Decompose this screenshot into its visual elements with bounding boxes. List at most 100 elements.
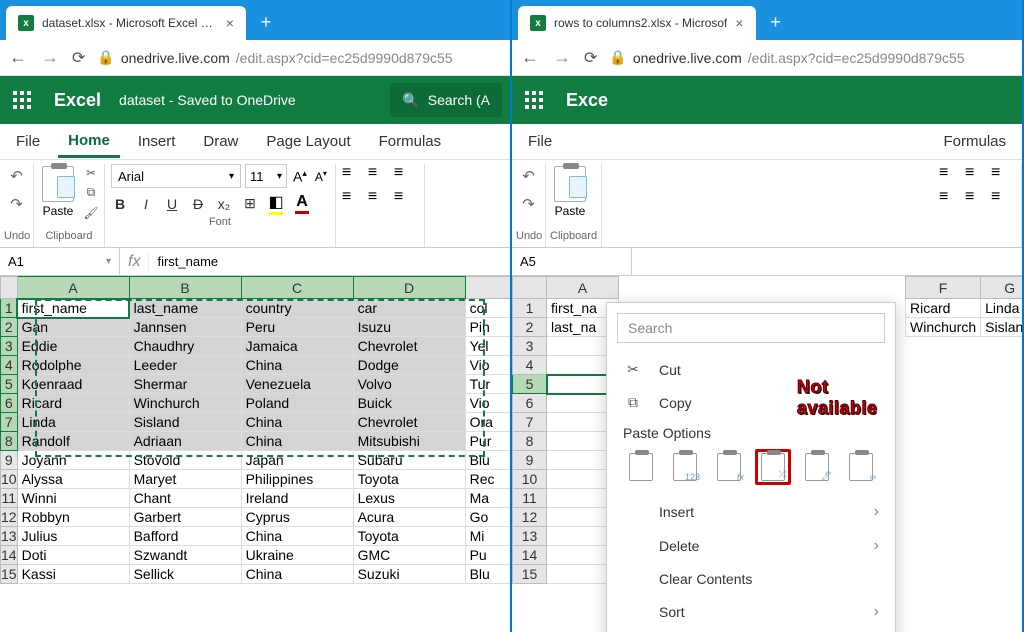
menu-clear-contents[interactable]: Clear Contents [607,563,895,595]
back-button[interactable]: ← [8,47,28,68]
cell[interactable]: Ireland [241,489,353,508]
cell[interactable]: Mitsubishi [353,432,465,451]
strike-button[interactable]: D [189,196,207,212]
cell[interactable]: Blu [465,565,510,584]
tab-home[interactable]: Home [58,126,120,158]
spreadsheet-grid[interactable]: ABCD1first_namelast_namecountrycarcol2Ga… [0,276,510,632]
cell[interactable]: Acura [353,508,465,527]
row-header[interactable]: 12 [1,508,18,527]
cell[interactable]: Ricard [906,299,981,318]
spreadsheet-grid[interactable]: A1first_na2last_na3456789101112131415 FG… [512,276,1022,632]
cell[interactable]: Chevrolet [353,337,465,356]
row-header[interactable]: 5 [1,375,18,394]
cell[interactable]: Winni [17,489,129,508]
cell[interactable]: Blu [465,451,510,470]
cell[interactable]: Linda [981,299,1022,318]
paste-link[interactable]: ∞ [843,449,879,485]
cell[interactable]: Volvo [353,375,465,394]
cell[interactable]: Toyota [353,527,465,546]
align-bottom-button[interactable]: ≡ [394,164,418,186]
column-header[interactable]: A [17,277,129,299]
row-header[interactable]: 8 [513,432,547,451]
context-search-input[interactable]: Search [617,313,885,343]
cell[interactable]: Isuzu [353,318,465,337]
row-header[interactable]: 9 [1,451,18,470]
cell[interactable]: Winchurch [906,318,981,337]
tab-insert[interactable]: Insert [128,127,186,156]
row-header[interactable]: 1 [1,299,18,318]
row-header[interactable]: 3 [513,337,547,356]
redo-button[interactable]: ↷ [7,192,26,216]
paste-formatting[interactable]: 🖊 [799,449,835,485]
row-header[interactable]: 13 [1,527,18,546]
tab-draw[interactable]: Draw [193,127,248,156]
cell[interactable]: Szwandt [129,546,241,565]
align-bottom-button[interactable]: ≡ [991,164,1015,186]
align-right-button[interactable]: ≡ [991,188,1015,210]
name-box[interactable]: A5 [512,248,632,275]
row-header[interactable]: 2 [513,318,547,337]
redo-button[interactable]: ↷ [519,192,538,216]
row-header[interactable]: 10 [1,470,18,489]
cell[interactable]: Sisland [981,318,1022,337]
row-header[interactable]: 12 [513,508,547,527]
column-header[interactable] [465,277,510,299]
underline-button[interactable]: U [163,196,181,212]
menu-delete[interactable]: Delete› [607,529,895,563]
cell[interactable]: Vio [465,394,510,413]
tab-file[interactable]: File [6,127,50,156]
cell[interactable]: Cyprus [241,508,353,527]
align-right-button[interactable]: ≡ [394,188,418,210]
row-header[interactable]: 6 [513,394,547,413]
row-header[interactable]: 15 [513,565,547,584]
cell[interactable]: Chant [129,489,241,508]
tab-formulas[interactable]: Formulas [933,127,1016,156]
close-tab-icon[interactable]: × [735,15,743,31]
cell[interactable]: Dodge [353,356,465,375]
align-center-button[interactable]: ≡ [368,188,392,210]
cell[interactable]: China [241,527,353,546]
row-header[interactable]: 4 [513,356,547,375]
row-header[interactable]: 1 [513,299,547,318]
undo-button[interactable]: ↶ [7,164,26,188]
column-header[interactable]: D [353,277,465,299]
cell[interactable]: Pur [465,432,510,451]
row-header[interactable]: 11 [1,489,18,508]
cell[interactable]: China [241,356,353,375]
column-header[interactable]: C [241,277,353,299]
cell[interactable]: Eddie [17,337,129,356]
cell[interactable]: Sellick [129,565,241,584]
cell[interactable]: last_name [129,299,241,318]
sub-super-button[interactable]: x₂ [215,196,233,212]
copy-button[interactable]: ⧉ [82,184,100,201]
cell[interactable]: Sisland [129,413,241,432]
cell[interactable]: Chaudhry [129,337,241,356]
tab-page-layout[interactable]: Page Layout [256,127,360,156]
cell[interactable]: Julius [17,527,129,546]
row-header[interactable]: 7 [1,413,18,432]
cut-button[interactable]: ✂ [82,164,100,181]
close-tab-icon[interactable]: × [226,15,234,31]
row-header[interactable]: 2 [1,318,18,337]
paste-button[interactable]: Paste [38,164,78,220]
cell[interactable]: Koenraad [17,375,129,394]
cell[interactable]: Pu [465,546,510,565]
row-header[interactable]: 8 [1,432,18,451]
cell[interactable]: Ma [465,489,510,508]
cell[interactable]: Kassi [17,565,129,584]
url-field[interactable]: 🔒 onedrive.live.com/edit.aspx?cid=ec25d9… [97,49,502,66]
cell[interactable]: Japan [241,451,353,470]
row-header[interactable]: 11 [513,489,547,508]
cell[interactable]: GMC [353,546,465,565]
paste-formulas[interactable]: fx [711,449,747,485]
tab-formulas[interactable]: Formulas [369,127,452,156]
cell[interactable]: country [241,299,353,318]
cell[interactable]: Shermar [129,375,241,394]
align-top-button[interactable]: ≡ [342,164,366,186]
row-header[interactable]: 5 [513,375,547,394]
cell[interactable]: Winchurch [129,394,241,413]
cell[interactable]: Peru [241,318,353,337]
cell[interactable]: Linda [17,413,129,432]
cell[interactable]: Chevrolet [353,413,465,432]
cell[interactable]: Stovold [129,451,241,470]
